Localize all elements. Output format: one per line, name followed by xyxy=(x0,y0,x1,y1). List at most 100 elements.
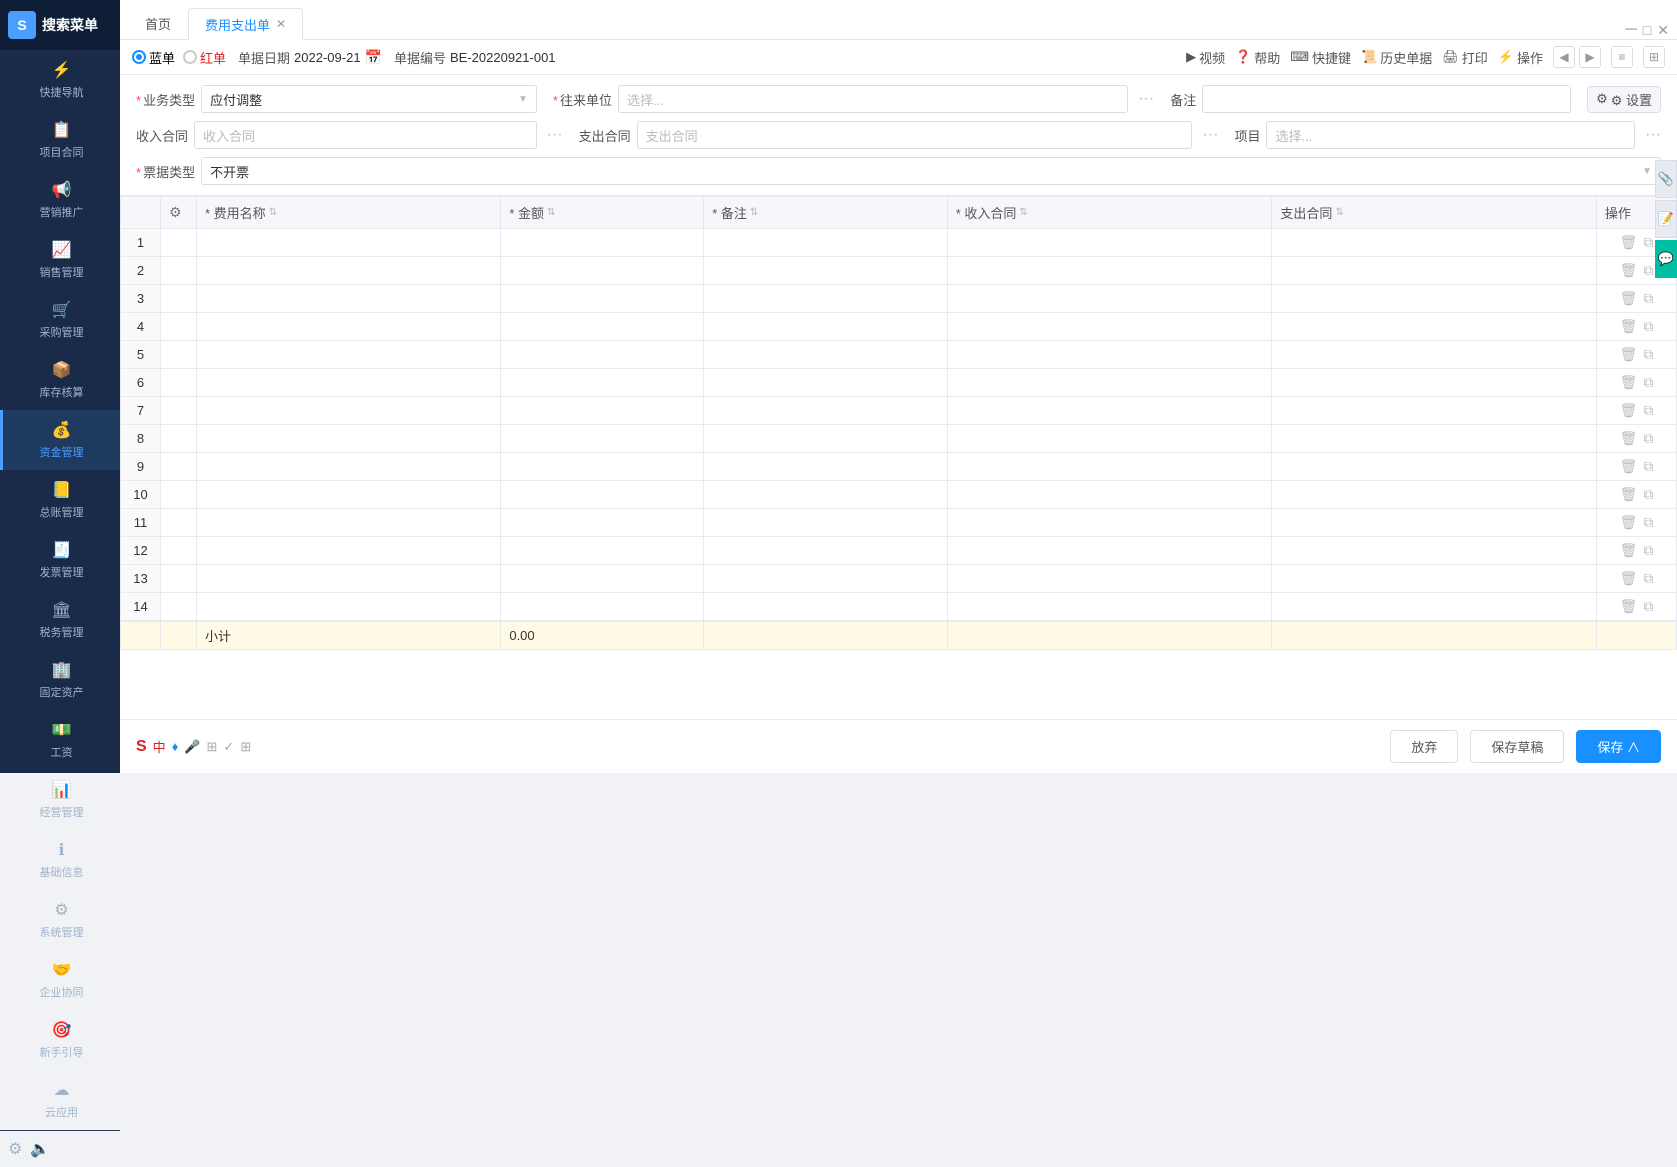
amount-cell[interactable] xyxy=(501,229,704,257)
copy-row-icon[interactable]: ⧉ xyxy=(1643,458,1653,475)
shortcuts-action[interactable]: ⌨ 快捷键 xyxy=(1290,48,1351,67)
income-sort-icon[interactable]: ⇅ xyxy=(1019,207,1027,218)
tab-expense[interactable]: 费用支出单 ✕ xyxy=(188,8,303,40)
expense-contract-cell[interactable] xyxy=(1272,341,1597,369)
sidebar-item-new-user[interactable]: 🎯 新手引导 xyxy=(0,1010,120,1070)
delete-row-icon[interactable]: 🗑 xyxy=(1620,234,1638,251)
amount-cell[interactable] xyxy=(501,285,704,313)
sidebar-item-marketing[interactable]: 📢 营销推广 xyxy=(0,170,120,230)
help-action[interactable]: ❓ 帮助 xyxy=(1235,48,1280,67)
blue-bill-radio[interactable]: 蓝单 xyxy=(132,48,175,67)
copy-row-icon[interactable]: ⧉ xyxy=(1643,346,1653,363)
note-cell[interactable] xyxy=(704,425,947,453)
expense-contract-cell[interactable] xyxy=(1272,313,1597,341)
tab-home[interactable]: 首页 xyxy=(128,7,188,39)
copy-row-icon[interactable]: ⧉ xyxy=(1643,514,1653,531)
prev-arrow[interactable]: ◀ xyxy=(1553,46,1575,68)
expense-name-cell[interactable] xyxy=(197,229,501,257)
income-contract-cell[interactable] xyxy=(947,369,1272,397)
right-panel-btn-3[interactable]: 💬 xyxy=(1655,240,1677,278)
note-cell[interactable] xyxy=(704,565,947,593)
income-contract-cell[interactable] xyxy=(947,397,1272,425)
delete-row-icon[interactable]: 🗑 xyxy=(1620,262,1638,279)
project-input[interactable]: 选择... xyxy=(1266,121,1635,149)
settings-button[interactable]: ⚙ ⚙ 设置 xyxy=(1587,86,1661,113)
copy-row-icon[interactable]: ⧉ xyxy=(1643,374,1653,391)
doc-date-value[interactable]: 2022-09-21 xyxy=(294,50,361,65)
table-row[interactable]: 8 🗑 ⧉ xyxy=(121,425,1677,453)
column-settings-icon[interactable]: ⚙ xyxy=(169,204,182,220)
amount-cell[interactable] xyxy=(501,313,704,341)
save-button[interactable]: 保存 ∧ xyxy=(1576,730,1661,763)
tab-expense-close[interactable]: ✕ xyxy=(276,17,286,31)
remark-input[interactable] xyxy=(1202,85,1571,113)
sidebar-item-enterprise[interactable]: 🤝 企业协同 xyxy=(0,950,120,1010)
expense-name-sort-icon[interactable]: ⇅ xyxy=(269,207,277,218)
amount-cell[interactable] xyxy=(501,425,704,453)
delete-row-icon[interactable]: 🗑 xyxy=(1620,598,1638,615)
copy-row-icon[interactable]: ⧉ xyxy=(1643,486,1653,503)
th-settings[interactable]: ⚙ xyxy=(161,197,197,229)
sidebar-item-finance[interactable]: 💰 资金管理 xyxy=(0,410,120,470)
sidebar-item-tax[interactable]: 🏛 税务管理 xyxy=(0,590,120,650)
expense-contract-input[interactable]: 支出合同 xyxy=(637,121,1193,149)
amount-cell[interactable] xyxy=(501,341,704,369)
sidebar-item-project[interactable]: 📋 项目合同 xyxy=(0,110,120,170)
delete-row-icon[interactable]: 🗑 xyxy=(1620,346,1638,363)
calendar-icon[interactable]: 📅 xyxy=(365,49,382,66)
note-cell[interactable] xyxy=(704,481,947,509)
delete-row-icon[interactable]: 🗑 xyxy=(1620,290,1638,307)
delete-row-icon[interactable]: 🗑 xyxy=(1620,542,1638,559)
table-row[interactable]: 13 🗑 ⧉ xyxy=(121,565,1677,593)
income-contract-cell[interactable] xyxy=(947,341,1272,369)
expense-contract-cell[interactable] xyxy=(1272,369,1597,397)
delete-row-icon[interactable]: 🗑 xyxy=(1620,430,1638,447)
discard-button[interactable]: 放弃 xyxy=(1390,730,1458,763)
table-row[interactable]: 14 🗑 ⧉ xyxy=(121,593,1677,621)
sidebar-item-quick-nav[interactable]: ⚡ 快捷导航 xyxy=(0,50,120,110)
sidebar-item-inventory[interactable]: 📦 库存核算 xyxy=(0,350,120,410)
expense-name-cell[interactable] xyxy=(197,537,501,565)
expense-contract-cell[interactable] xyxy=(1272,593,1597,621)
amount-cell[interactable] xyxy=(501,257,704,285)
sidebar-item-fixed-assets[interactable]: 🏢 固定资产 xyxy=(0,650,120,710)
volume-icon[interactable]: 🔈 xyxy=(30,1139,50,1159)
table-row[interactable]: 6 🗑 ⧉ xyxy=(121,369,1677,397)
note-cell[interactable] xyxy=(704,537,947,565)
counterpart-dots[interactable]: ··· xyxy=(1138,90,1154,108)
table-row[interactable]: 12 🗑 ⧉ xyxy=(121,537,1677,565)
note-cell[interactable] xyxy=(704,593,947,621)
expense-name-cell[interactable] xyxy=(197,257,501,285)
table-row[interactable]: 11 🗑 ⧉ xyxy=(121,509,1677,537)
delete-row-icon[interactable]: 🗑 xyxy=(1620,514,1638,531)
window-close-btn[interactable]: ✕ xyxy=(1657,22,1669,39)
income-contract-dots[interactable]: ··· xyxy=(547,126,563,144)
income-contract-cell[interactable] xyxy=(947,425,1272,453)
expense-contract-cell[interactable] xyxy=(1272,397,1597,425)
list-view-icon[interactable]: ≡ xyxy=(1611,46,1633,68)
income-contract-cell[interactable] xyxy=(947,509,1272,537)
income-contract-cell[interactable] xyxy=(947,481,1272,509)
income-contract-cell[interactable] xyxy=(947,229,1272,257)
delete-row-icon[interactable]: 🗑 xyxy=(1620,570,1638,587)
note-cell[interactable] xyxy=(704,369,947,397)
expense-name-cell[interactable] xyxy=(197,369,501,397)
project-dots[interactable]: ··· xyxy=(1645,126,1661,144)
amount-sort-icon[interactable]: ⇅ xyxy=(547,207,555,218)
income-contract-cell[interactable] xyxy=(947,565,1272,593)
expense-name-cell[interactable] xyxy=(197,509,501,537)
window-maximize-btn[interactable]: □ xyxy=(1643,22,1651,38)
next-arrow[interactable]: ▶ xyxy=(1579,46,1601,68)
note-cell[interactable] xyxy=(704,229,947,257)
table-row[interactable]: 10 🗑 ⧉ xyxy=(121,481,1677,509)
amount-cell[interactable] xyxy=(501,537,704,565)
red-bill-radio[interactable]: 红单 xyxy=(183,48,226,67)
table-row[interactable]: 4 🗑 ⧉ xyxy=(121,313,1677,341)
expense-contract-cell[interactable] xyxy=(1272,453,1597,481)
invoice-type-input[interactable]: 不开票 ▼ xyxy=(201,157,1661,185)
note-cell[interactable] xyxy=(704,285,947,313)
table-row[interactable]: 5 🗑 ⧉ xyxy=(121,341,1677,369)
expense-contract-cell[interactable] xyxy=(1272,537,1597,565)
note-cell[interactable] xyxy=(704,453,947,481)
amount-cell[interactable] xyxy=(501,565,704,593)
